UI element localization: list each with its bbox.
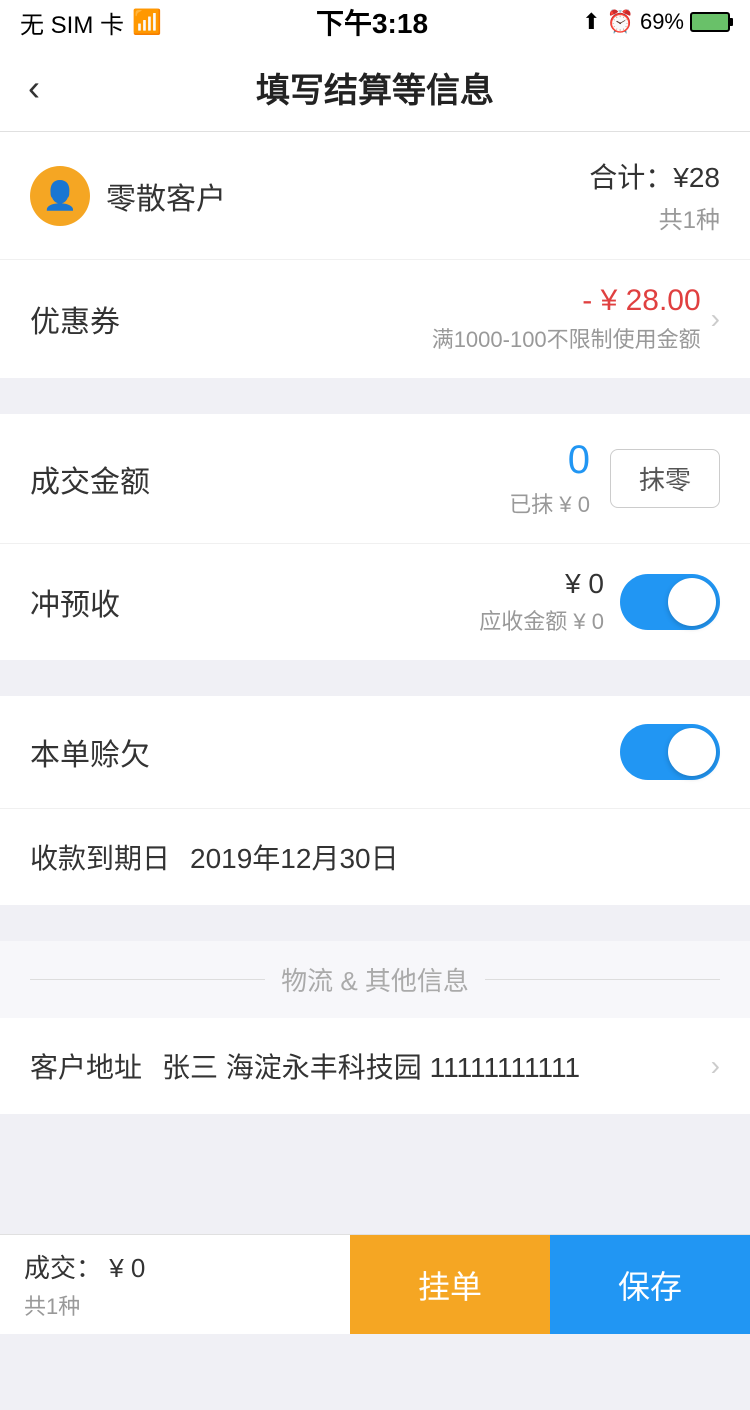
customer-section: 👤 零散客户 合计：¥28 共1种 优惠券 - ¥ 28.00 满1000-10… <box>0 132 750 378</box>
divider-1 <box>0 394 750 414</box>
bottom-deal-amount: ¥ 0 <box>109 1253 145 1283</box>
status-bar: 无 SIM 卡 📶 下午3:18 ⬆ ⏰ 69% <box>0 0 750 44</box>
customer-left: 👤 零散客户 <box>30 166 226 226</box>
alarm-icon: ⏰ <box>607 9 634 35</box>
round-button[interactable]: 抹零 <box>610 449 720 508</box>
coupon-chevron: › <box>711 303 720 335</box>
avatar: 👤 <box>30 166 90 226</box>
bottom-count: 共1种 <box>24 1289 326 1321</box>
customer-right: 合计：¥28 共1种 <box>589 156 720 235</box>
logistics-line-left <box>30 979 265 980</box>
address-section: 客户地址 张三 海淀永丰科技园 11111111111 › <box>0 1018 750 1114</box>
total-amount: 合计：¥28 <box>589 156 720 196</box>
hold-button[interactable]: 挂单 <box>350 1235 550 1334</box>
status-right: ⬆ ⏰ 69% <box>582 9 730 35</box>
prepay-amounts: ¥ 0 应收金额 ¥ 0 <box>479 568 604 636</box>
due-date-row: 收款到期日 2019年12月30日 <box>0 808 750 905</box>
coupon-label: 优惠券 <box>30 297 120 341</box>
direction-icon: ⬆ <box>582 9 600 35</box>
bottom-deal-label: 成交： <box>24 1253 102 1283</box>
battery-percent: 69% <box>640 9 684 35</box>
coupon-row[interactable]: 优惠券 - ¥ 28.00 满1000-100不限制使用金额 › <box>0 259 750 378</box>
debt-toggle[interactable] <box>620 724 720 780</box>
nav-bar: ‹ 填写结算等信息 <box>0 44 750 132</box>
battery-icon <box>690 12 730 32</box>
page-title: 填写结算等信息 <box>256 63 494 112</box>
address-value: 张三 海淀永丰科技园 11111111111 <box>162 1046 711 1086</box>
address-label: 客户地址 <box>30 1046 142 1086</box>
prepay-label: 冲预收 <box>30 580 120 624</box>
address-chevron: › <box>711 1050 720 1082</box>
avatar-icon: 👤 <box>43 179 78 212</box>
transaction-section: 成交金额 0 已抹 ¥ 0 抹零 冲预收 ¥ 0 应收金额 ¥ 0 <box>0 414 750 660</box>
address-row[interactable]: 客户地址 张三 海淀永丰科技园 11111111111 › <box>0 1018 750 1114</box>
logistics-text: 物流 & 其他信息 <box>281 961 469 998</box>
coupon-discount: - ¥ 28.00 <box>432 284 701 318</box>
amount-row: 成交金额 0 已抹 ¥ 0 抹零 <box>0 414 750 543</box>
divider-2 <box>0 676 750 696</box>
prepay-sub: 应收金额 ¥ 0 <box>479 604 604 636</box>
back-button[interactable]: ‹ <box>28 67 40 109</box>
customer-name: 零散客户 <box>106 174 226 218</box>
amount-value: 0 <box>568 438 590 482</box>
save-button[interactable]: 保存 <box>550 1235 750 1334</box>
debt-section: 本单赊欠 收款到期日 2019年12月30日 <box>0 696 750 905</box>
divider-3 <box>0 921 750 941</box>
toggle-knob <box>668 578 716 626</box>
logistics-header: 物流 & 其他信息 <box>0 941 750 1018</box>
debt-toggle-knob <box>668 728 716 776</box>
amount-label: 成交金额 <box>30 457 150 501</box>
coupon-desc: 满1000-100不限制使用金额 <box>432 322 701 354</box>
amount-sub: 已抹 ¥ 0 <box>509 487 590 519</box>
coupon-right: - ¥ 28.00 满1000-100不限制使用金额 › <box>432 284 720 354</box>
debt-row: 本单赊欠 <box>0 696 750 808</box>
wifi-icon: 📶 <box>132 8 162 37</box>
status-time: 下午3:18 <box>316 2 428 42</box>
no-sim-text: 无 SIM 卡 <box>20 5 124 40</box>
coupon-value: - ¥ 28.00 满1000-100不限制使用金额 <box>432 284 701 354</box>
customer-row: 👤 零散客户 合计：¥28 共1种 <box>0 132 750 259</box>
due-label: 收款到期日 <box>30 837 170 877</box>
logistics-line-right <box>485 979 720 980</box>
bottom-info: 成交： ¥ 0 共1种 <box>0 1235 350 1334</box>
amount-value-group: 0 已抹 ¥ 0 <box>509 438 590 519</box>
amount-right: 0 已抹 ¥ 0 抹零 <box>509 438 720 519</box>
status-left: 无 SIM 卡 📶 <box>20 5 162 40</box>
total-count: 共1种 <box>589 200 720 235</box>
debt-label: 本单赊欠 <box>30 730 150 774</box>
prepay-right: ¥ 0 应收金额 ¥ 0 <box>479 568 720 636</box>
prepay-value: ¥ 0 <box>479 568 604 600</box>
due-date-value: 2019年12月30日 <box>190 837 399 877</box>
bottom-bar: 成交： ¥ 0 共1种 挂单 保存 <box>0 1234 750 1334</box>
bottom-deal: 成交： ¥ 0 <box>24 1248 326 1285</box>
prepay-toggle[interactable] <box>620 574 720 630</box>
prepay-row: 冲预收 ¥ 0 应收金额 ¥ 0 <box>0 543 750 660</box>
